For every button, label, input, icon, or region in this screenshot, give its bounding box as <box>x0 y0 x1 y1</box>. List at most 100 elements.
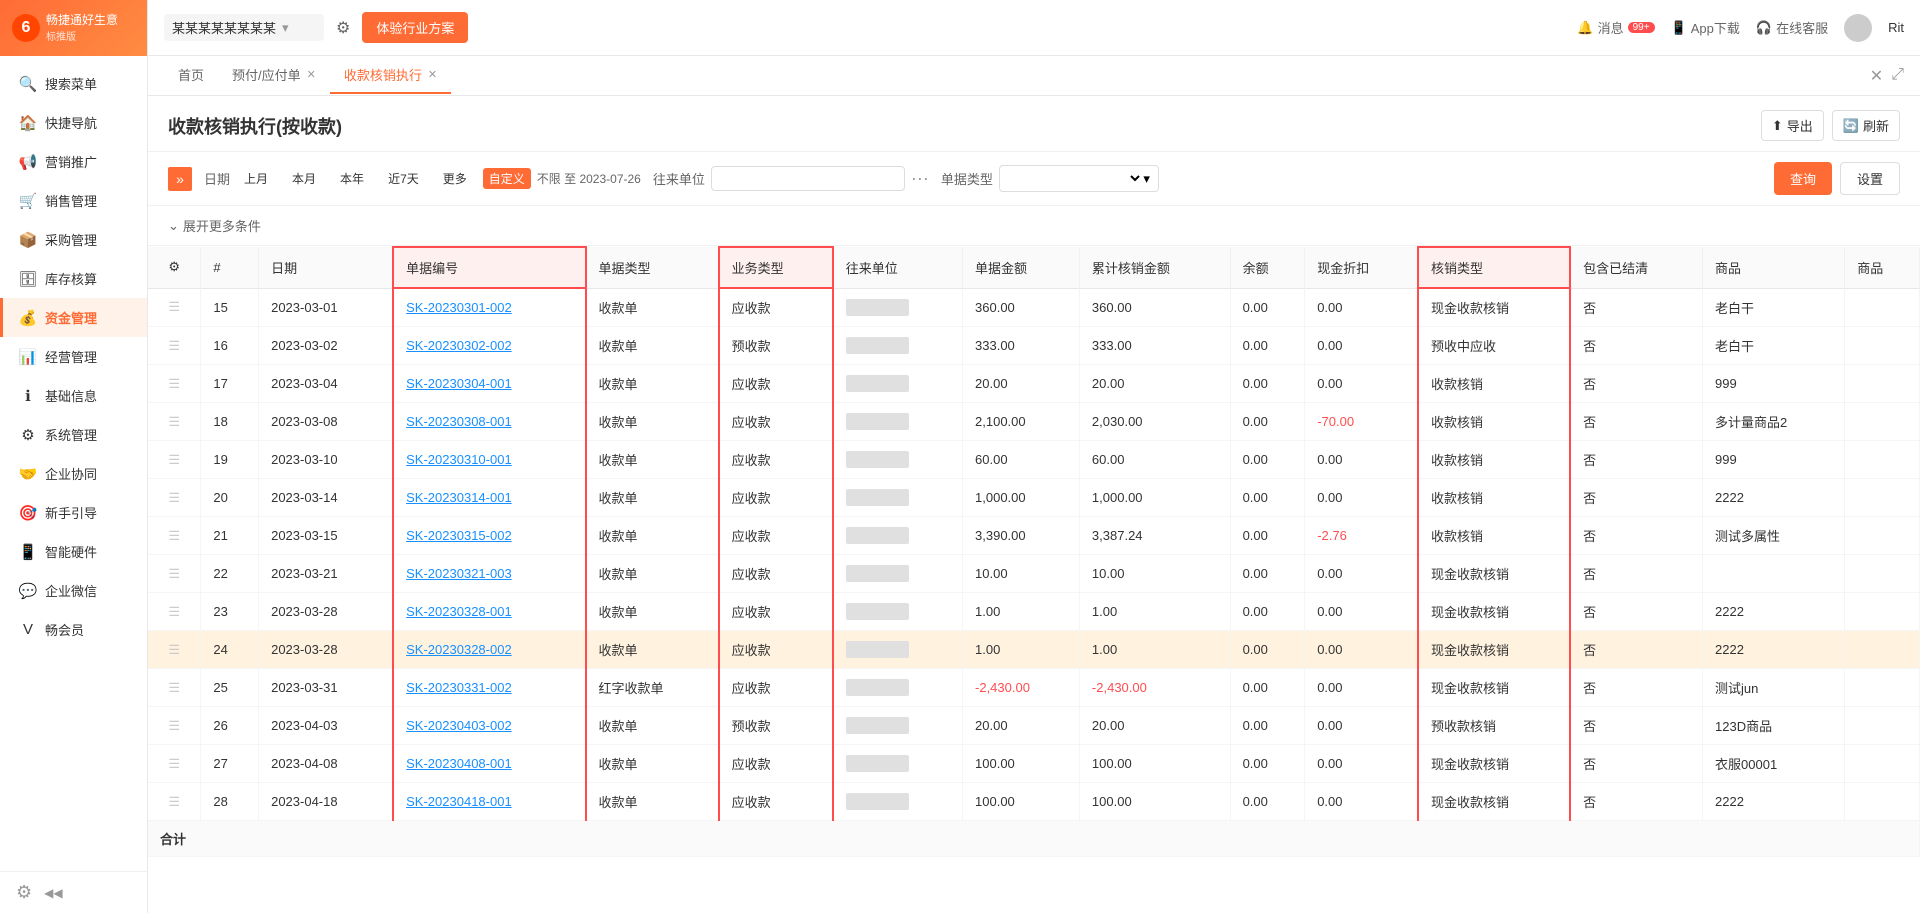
cell-product: 2222 <box>1703 479 1845 517</box>
cell-doc-type: 收款单 <box>586 593 719 631</box>
cell-total-write-off: 1.00 <box>1079 631 1230 669</box>
date-custom[interactable]: 自定义 <box>483 168 531 189</box>
sidebar-item-enterprise[interactable]: 🤝 企业协同 <box>0 454 147 493</box>
cell-cash-discount: 0.00 <box>1305 593 1418 631</box>
doc-no-link[interactable]: SK-20230304-001 <box>406 376 512 391</box>
doc-no-link[interactable]: SK-20230314-001 <box>406 490 512 505</box>
header-gear-icon[interactable]: ⚙ <box>336 18 350 38</box>
sidebar-item-sales[interactable]: 🛒 销售管理 <box>0 181 147 220</box>
sidebar-item-member[interactable]: V 畅会员 <box>0 610 147 649</box>
cell-doc-no: SK-20230321-003 <box>393 555 585 593</box>
cell-total-write-off: 20.00 <box>1079 365 1230 403</box>
sidebar-item-purchase[interactable]: 📦 采购管理 <box>0 220 147 259</box>
th-date: 日期 <box>259 247 394 288</box>
close-tab-icon[interactable]: ✕ <box>1870 66 1883 86</box>
cell-amount: -2,430.00 <box>963 669 1080 707</box>
doc-no-link[interactable]: SK-20230408-001 <box>406 756 512 771</box>
cell-balance: 0.00 <box>1230 783 1305 821</box>
refresh-button[interactable]: 🔄 刷新 <box>1832 110 1900 141</box>
sidebar-item-quick-nav[interactable]: 🏠 快捷导航 <box>0 103 147 142</box>
cell-balance: 0.00 <box>1230 441 1305 479</box>
sidebar-item-operation[interactable]: 📊 经营管理 <box>0 337 147 376</box>
cell-write-off-type: 现金收款核销 <box>1418 669 1570 707</box>
sidebar-item-inventory[interactable]: 🗄 库存核算 <box>0 259 147 298</box>
doc-type-select-input[interactable] <box>1008 170 1143 187</box>
sidebar-item-hardware[interactable]: 📱 智能硬件 <box>0 532 147 571</box>
doc-no-link[interactable]: SK-20230308-001 <box>406 414 512 429</box>
sidebar-item-wechat[interactable]: 💬 企业微信 <box>0 571 147 610</box>
date-7days[interactable]: 近7天 <box>380 167 427 190</box>
doc-no-link[interactable]: SK-20230310-001 <box>406 452 512 467</box>
doc-no-link[interactable]: SK-20230315-002 <box>406 528 512 543</box>
settings-footer-icon[interactable]: ⚙ <box>16 882 32 903</box>
doc-no-link[interactable]: SK-20230331-002 <box>406 680 512 695</box>
doc-no-link[interactable]: SK-20230328-002 <box>406 642 512 657</box>
collapse-icon[interactable]: ◀◀ <box>44 886 62 900</box>
date-this-month[interactable]: 本月 <box>284 167 324 190</box>
sidebar-item-guide[interactable]: 🎯 新手引导 <box>0 493 147 532</box>
tab-home[interactable]: 首页 <box>164 57 218 94</box>
doc-no-link[interactable]: SK-20230321-003 <box>406 566 512 581</box>
tab-close-payable[interactable]: ✕ <box>307 68 316 81</box>
cell-biz-type: 应收款 <box>719 631 833 669</box>
doc-no-link[interactable]: SK-20230302-002 <box>406 338 512 353</box>
sidebar-item-marketing[interactable]: 📢 营销推广 <box>0 142 147 181</box>
sidebar-item-search-menu[interactable]: 🔍 搜索菜单 <box>0 64 147 103</box>
cell-partner: ██████ <box>833 403 963 441</box>
date-this-year[interactable]: 本年 <box>332 167 372 190</box>
cell-product2 <box>1845 327 1920 365</box>
logo-name: 畅捷通好生意 <box>46 13 118 29</box>
settings-button[interactable]: 设置 <box>1840 162 1900 195</box>
page-header: 收款核销执行(按收款) ⬆ 导出 🔄 刷新 <box>148 96 1920 152</box>
cell-partner: ██████ <box>833 327 963 365</box>
th-balance: 余额 <box>1230 247 1305 288</box>
cell-biz-type: 应收款 <box>719 403 833 441</box>
date-last-month[interactable]: 上月 <box>236 167 276 190</box>
query-button[interactable]: 查询 <box>1774 162 1832 195</box>
doc-no-link[interactable]: SK-20230418-001 <box>406 794 512 809</box>
notification-button[interactable]: 🔔 消息 99+ <box>1577 18 1654 37</box>
filter-expand-button[interactable]: » <box>168 167 192 191</box>
table-row: ☰ 21 2023-03-15 SK-20230315-002 收款单 应收款 … <box>148 517 1920 555</box>
cell-doc-type: 收款单 <box>586 745 719 783</box>
workspace-selector[interactable]: 某某某某某某某某 ▾ <box>164 14 324 41</box>
export-icon: ⬆ <box>1772 118 1783 134</box>
nav-label-hardware: 智能硬件 <box>45 542 97 561</box>
cell-settings: ☰ <box>148 593 201 631</box>
doc-no-link[interactable]: SK-20230403-002 <box>406 718 512 733</box>
cell-include-settled: 否 <box>1570 593 1702 631</box>
cell-product: 999 <box>1703 365 1845 403</box>
cell-total-write-off: 10.00 <box>1079 555 1230 593</box>
table-row: ☰ 27 2023-04-08 SK-20230408-001 收款单 应收款 … <box>148 745 1920 783</box>
expand-more-conditions[interactable]: ⌄ 展开更多条件 <box>168 210 1900 241</box>
partner-input[interactable] <box>711 166 905 191</box>
expand-tabs-icon[interactable]: ⤢ <box>1891 66 1904 86</box>
th-settings[interactable]: ⚙ <box>148 247 201 288</box>
doc-no-link[interactable]: SK-20230301-002 <box>406 300 512 315</box>
user-avatar[interactable] <box>1844 14 1872 42</box>
date-more[interactable]: 更多 <box>435 167 475 190</box>
sidebar-footer[interactable]: ⚙ ◀◀ <box>0 871 147 913</box>
cell-biz-type: 应收款 <box>719 745 833 783</box>
sidebar-item-finance[interactable]: 💰 资金管理 <box>0 298 147 337</box>
cell-product2 <box>1845 441 1920 479</box>
tab-payable[interactable]: 预付/应付单 ✕ <box>218 57 330 94</box>
cell-doc-type: 收款单 <box>586 288 719 327</box>
cell-balance: 0.00 <box>1230 555 1305 593</box>
th-total-write-off: 累计核销金额 <box>1079 247 1230 288</box>
tabs-bar: 首页预付/应付单 ✕收款核销执行 ✕ ✕ ⤢ <box>148 56 1920 96</box>
doc-no-link[interactable]: SK-20230328-001 <box>406 604 512 619</box>
sidebar-item-system[interactable]: ⚙ 系统管理 <box>0 415 147 454</box>
tab-receipt-exec[interactable]: 收款核销执行 ✕ <box>330 57 451 94</box>
app-download-button[interactable]: 📱 App下载 <box>1671 18 1740 37</box>
online-support-button[interactable]: 🎧 在线客服 <box>1756 18 1828 37</box>
cell-settings: ☰ <box>148 745 201 783</box>
sidebar-item-basic[interactable]: ℹ 基础信息 <box>0 376 147 415</box>
tab-close-receipt-exec[interactable]: ✕ <box>428 68 437 81</box>
doc-type-select[interactable]: ▾ <box>999 165 1159 192</box>
cell-date: 2023-04-03 <box>259 707 394 745</box>
cell-biz-type: 应收款 <box>719 593 833 631</box>
solution-button[interactable]: 体验行业方案 <box>362 12 468 43</box>
table-row: ☰ 17 2023-03-04 SK-20230304-001 收款单 应收款 … <box>148 365 1920 403</box>
export-button[interactable]: ⬆ 导出 <box>1761 110 1824 141</box>
